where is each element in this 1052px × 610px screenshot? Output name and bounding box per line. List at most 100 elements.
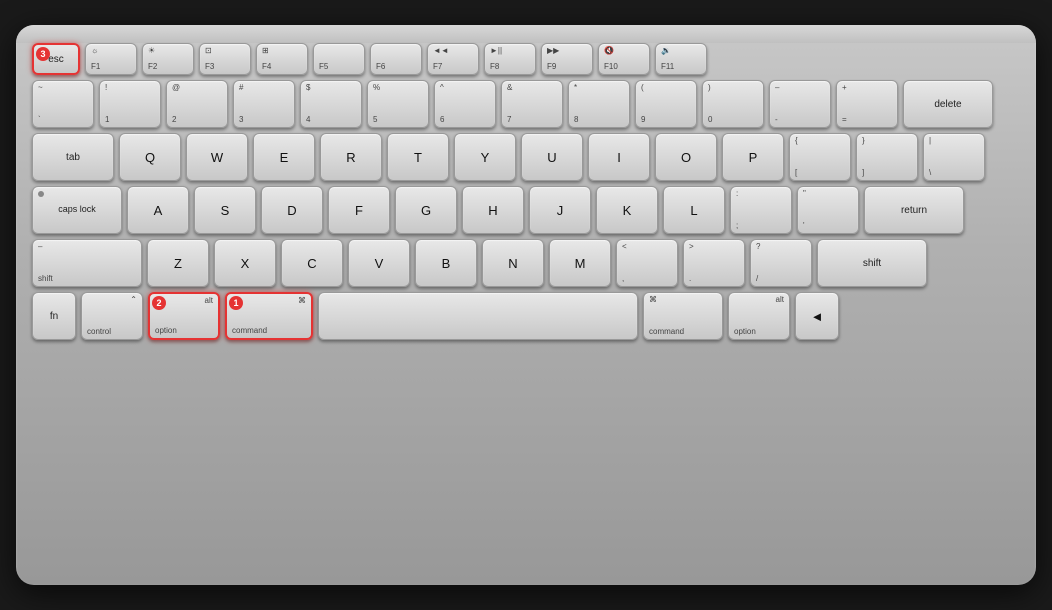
key-capslock[interactable]: caps lock (32, 186, 122, 234)
key-9[interactable]: ( 9 (635, 80, 697, 128)
key-left-arrow[interactable]: ◄ (795, 292, 839, 340)
key-f9[interactable]: ▶▶ F9 (541, 43, 593, 75)
key-fn[interactable]: fn (32, 292, 76, 340)
f8-icon: ►|| (490, 47, 502, 55)
key-period[interactable]: > . (683, 239, 745, 287)
key-f7[interactable]: ◄◄ F7 (427, 43, 479, 75)
slash-top: ? (756, 243, 760, 251)
key-u[interactable]: U (521, 133, 583, 181)
key-r[interactable]: R (320, 133, 382, 181)
key-j[interactable]: J (529, 186, 591, 234)
key-m[interactable]: M (549, 239, 611, 287)
key-p[interactable]: P (722, 133, 784, 181)
f9-icon: ▶▶ (547, 47, 559, 55)
a-label: A (154, 203, 163, 218)
key-a[interactable]: A (127, 186, 189, 234)
key-b[interactable]: B (415, 239, 477, 287)
key-n[interactable]: N (482, 239, 544, 287)
key-f8[interactable]: ►|| F8 (484, 43, 536, 75)
bracket-l-bottom: [ (795, 169, 797, 177)
key-f3[interactable]: ⊡ F3 (199, 43, 251, 75)
key-tilde[interactable]: ~ ` (32, 80, 94, 128)
key-k[interactable]: K (596, 186, 658, 234)
key-6[interactable]: ^ 6 (434, 80, 496, 128)
quote-bottom: ' (803, 222, 805, 230)
caps-row: caps lock A S D F G H J K L : ; (32, 186, 1020, 234)
key-esc[interactable]: 3 esc (32, 43, 80, 75)
key-f5[interactable]: F5 (313, 43, 365, 75)
key-f2[interactable]: ☀ F2 (142, 43, 194, 75)
key-comma[interactable]: < , (616, 239, 678, 287)
key-7[interactable]: & 7 (501, 80, 563, 128)
key-quote[interactable]: " ' (797, 186, 859, 234)
key-bracket-l[interactable]: { [ (789, 133, 851, 181)
key-q[interactable]: Q (119, 133, 181, 181)
period-bottom: . (689, 275, 691, 283)
key-f6[interactable]: F6 (370, 43, 422, 75)
key-t[interactable]: T (387, 133, 449, 181)
bottom-row: fn ⌃ control 2 alt option 1 ⌘ command ⌘ … (32, 292, 1020, 340)
key-s[interactable]: S (194, 186, 256, 234)
key-space[interactable] (318, 292, 638, 340)
key-1[interactable]: ! 1 (99, 80, 161, 128)
key-v[interactable]: V (348, 239, 410, 287)
key-l[interactable]: L (663, 186, 725, 234)
semicolon-bottom: ; (736, 222, 738, 230)
key-o[interactable]: O (655, 133, 717, 181)
key-e[interactable]: E (253, 133, 315, 181)
0-bottom: 0 (708, 116, 712, 124)
6-top: ^ (440, 84, 444, 92)
key-return[interactable]: return (864, 186, 964, 234)
equals-bottom: = (842, 116, 847, 124)
key-semicolon[interactable]: : ; (730, 186, 792, 234)
key-bracket-r[interactable]: } ] (856, 133, 918, 181)
key-backslash[interactable]: | \ (923, 133, 985, 181)
tilde-top: ~ (38, 84, 43, 92)
key-minus[interactable]: – - (769, 80, 831, 128)
key-f1[interactable]: ☼ F1 (85, 43, 137, 75)
key-equals[interactable]: + = (836, 80, 898, 128)
key-i[interactable]: I (588, 133, 650, 181)
f3-label: F3 (205, 63, 214, 71)
key-f[interactable]: F (328, 186, 390, 234)
key-5[interactable]: % 5 (367, 80, 429, 128)
key-x[interactable]: X (214, 239, 276, 287)
key-3[interactable]: # 3 (233, 80, 295, 128)
key-delete[interactable]: delete (903, 80, 993, 128)
key-c[interactable]: C (281, 239, 343, 287)
key-f4[interactable]: ⊞ F4 (256, 43, 308, 75)
f6-label: F6 (376, 63, 385, 71)
key-shift-left[interactable]: – shift (32, 239, 142, 287)
h-label: H (488, 203, 497, 218)
f9-label: F9 (547, 63, 556, 71)
3-bottom: 3 (239, 116, 243, 124)
key-d[interactable]: D (261, 186, 323, 234)
key-w[interactable]: W (186, 133, 248, 181)
key-shift-right[interactable]: shift (817, 239, 927, 287)
key-option-right[interactable]: alt option (728, 292, 790, 340)
key-command-right[interactable]: ⌘ command (643, 292, 723, 340)
key-option-left[interactable]: 2 alt option (148, 292, 220, 340)
key-tab[interactable]: tab (32, 133, 114, 181)
key-0[interactable]: ) 0 (702, 80, 764, 128)
bracket-r-bottom: ] (862, 169, 864, 177)
key-slash[interactable]: ? / (750, 239, 812, 287)
key-4[interactable]: $ 4 (300, 80, 362, 128)
key-control[interactable]: ⌃ control (81, 292, 143, 340)
key-command-left[interactable]: 1 ⌘ command (225, 292, 313, 340)
key-g[interactable]: G (395, 186, 457, 234)
f10-icon: 🔇 (604, 47, 614, 55)
period-top: > (689, 243, 694, 251)
key-8[interactable]: * 8 (568, 80, 630, 128)
key-z[interactable]: Z (147, 239, 209, 287)
key-y[interactable]: Y (454, 133, 516, 181)
key-h[interactable]: H (462, 186, 524, 234)
key-f11[interactable]: 🔉 F11 (655, 43, 707, 75)
semicolon-top: : (736, 190, 738, 198)
1-top: ! (105, 84, 107, 92)
f10-label: F10 (604, 63, 618, 71)
key-2[interactable]: @ 2 (166, 80, 228, 128)
control-icon: ⌃ (130, 296, 137, 304)
y-label: Y (481, 150, 490, 165)
key-f10[interactable]: 🔇 F10 (598, 43, 650, 75)
